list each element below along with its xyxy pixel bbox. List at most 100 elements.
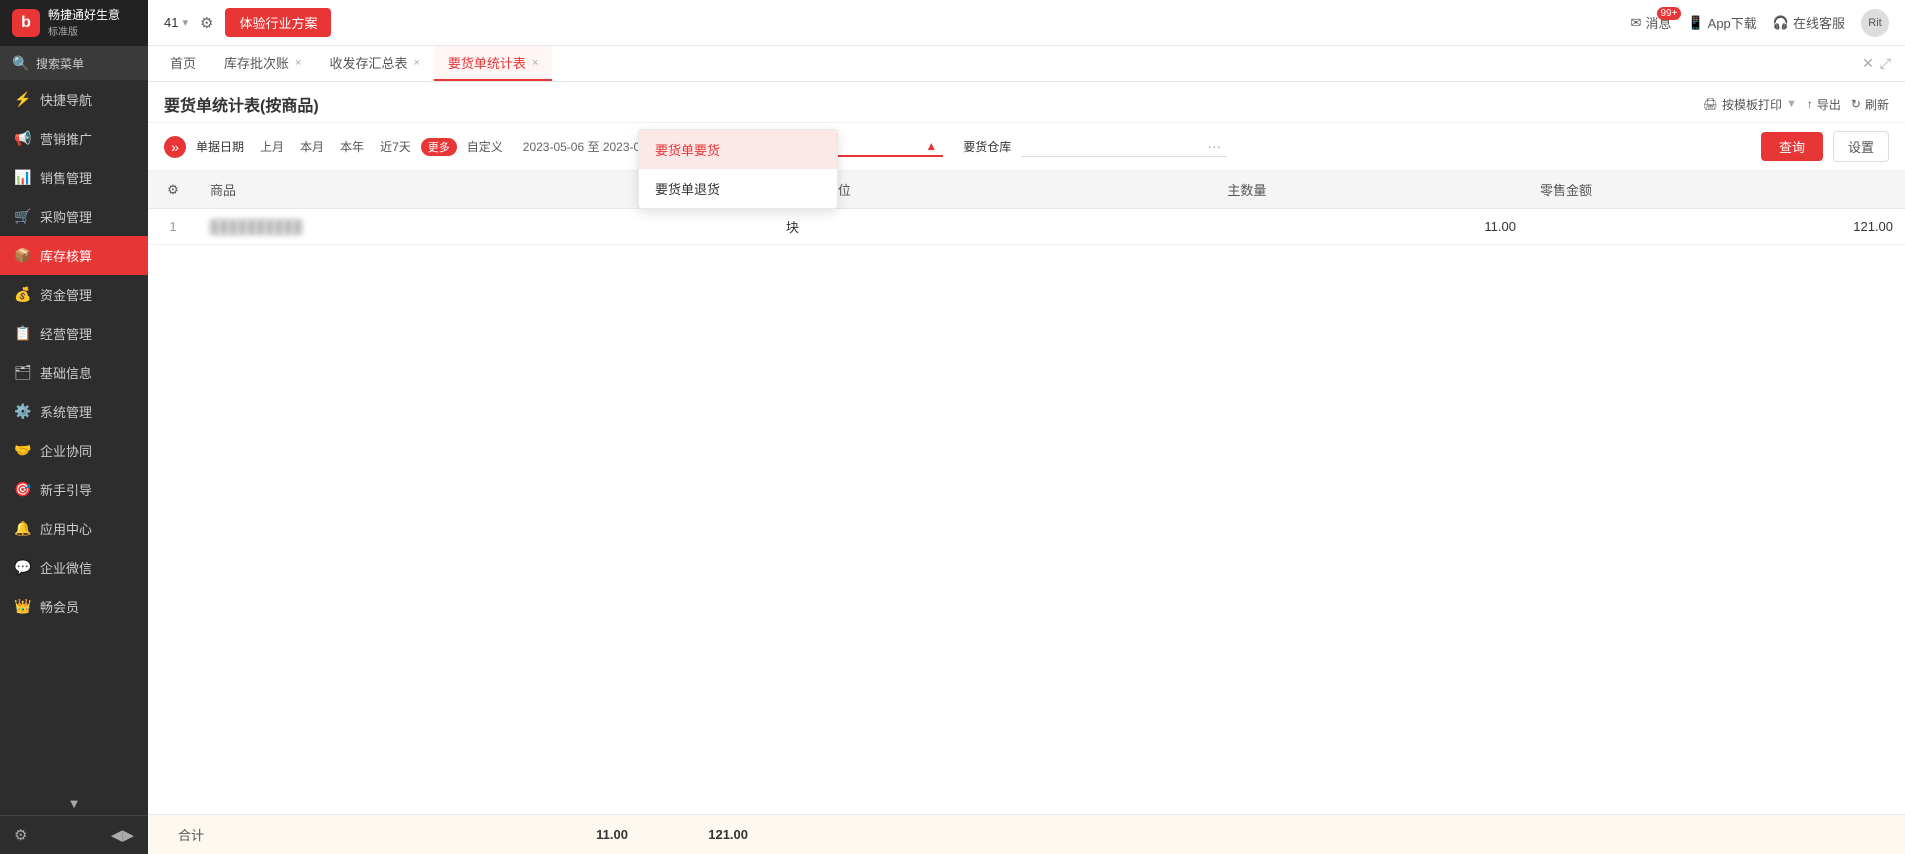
app-logo-icon: b	[12, 9, 40, 37]
app-center-icon: 🔔	[14, 520, 32, 538]
user-avatar[interactable]: Rit	[1861, 9, 1889, 37]
sidebar-collapse-icon[interactable]: ◀▶	[111, 826, 134, 844]
header-right: ✉ 消息 99+ 📱 App下载 🎧 在线客服 Rit	[1631, 9, 1889, 37]
message-icon: ✉	[1631, 15, 1642, 31]
sidebar-item-basic[interactable]: 🗂 基础信息	[0, 353, 148, 392]
chart-icon: 📊	[14, 169, 32, 187]
trial-button[interactable]: 体验行业方案	[225, 8, 331, 37]
warehouse-input[interactable]	[1027, 139, 1203, 154]
warehouse-more-icon[interactable]: ···	[1207, 138, 1221, 154]
week7-btn[interactable]: 近7天	[374, 136, 417, 157]
sidebar-item-member[interactable]: 👑 畅会员	[0, 587, 148, 626]
sidebar-item-system[interactable]: ⚙️ 系统管理	[0, 392, 148, 431]
sidebar-scroll-down[interactable]: ▼	[0, 792, 148, 815]
sidebar-scroll: 🔍 搜索菜单 ⚡ 快捷导航 📢 营销推广 📊 销售管理 🛒 采购管理 📦 库存核…	[0, 46, 148, 792]
tab-maximize-icon[interactable]: ⤢	[1880, 55, 1891, 72]
col-settings-icon: ⚙	[167, 182, 179, 197]
table-body: 1 ██████████ 块 11.00 121.00	[148, 209, 1905, 245]
wechat-icon: 💬	[14, 559, 32, 577]
col-unit: 主计量单位	[774, 171, 1216, 209]
app-download-item[interactable]: 📱 App下载	[1687, 13, 1756, 32]
page-content: 要货单统计表(按商品) 🖨 按模板打印 ▼ ↑ 导出 ↻ 刷新	[148, 82, 1905, 854]
service-icon: 🎧	[1773, 15, 1789, 31]
sidebar-item-search[interactable]: 🔍 搜索菜单	[0, 46, 148, 80]
row-amount: 121.00	[1528, 209, 1905, 245]
table-row: 1 ██████████ 块 11.00 121.00	[148, 209, 1905, 245]
header-left: 41 ▾ ⚙ 体验行业方案	[164, 8, 331, 37]
system-icon: ⚙️	[14, 403, 32, 421]
prev-month-btn[interactable]: 上月	[254, 136, 290, 157]
dropdown-item-order-return[interactable]: 要货单退货	[639, 169, 837, 208]
date-label: 单据日期	[196, 138, 244, 155]
sidebar-item-guide[interactable]: 🎯 新手引导	[0, 470, 148, 509]
print-dropdown-icon: ▼	[1786, 98, 1797, 110]
sidebar-item-shortcut[interactable]: ⚡ 快捷导航	[0, 80, 148, 119]
dropdown-item-order-goods[interactable]: 要货单要货	[639, 130, 837, 169]
tabs-bar: 首页 库存批次账 × 收发存汇总表 × 要货单统计表 × ✕ ⤢	[148, 46, 1905, 82]
col-settings[interactable]: ⚙	[148, 171, 198, 209]
print-button[interactable]: 🖨 按模板打印 ▼	[1703, 96, 1797, 113]
crown-icon: 👑	[14, 598, 32, 616]
sidebar-item-finance[interactable]: 💰 资金管理	[0, 275, 148, 314]
sidebar-item-purchase[interactable]: 🛒 采购管理	[0, 197, 148, 236]
filter-toggle-button[interactable]: »	[164, 136, 186, 158]
sidebar-item-app-center[interactable]: 🔔 应用中心	[0, 509, 148, 548]
sidebar-settings-icon[interactable]: ⚙	[14, 826, 27, 844]
export-icon: ↑	[1807, 97, 1813, 111]
refresh-button[interactable]: ↻ 刷新	[1851, 96, 1889, 113]
sidebar-item-inventory[interactable]: 📦 库存核算	[0, 236, 148, 275]
tab-close-receivable[interactable]: ×	[413, 57, 419, 69]
table-header: ⚙ 商品 主计量单位 主数量 零售金额	[148, 171, 1905, 209]
footer-label: 合计	[148, 825, 448, 844]
tab-inventory-batch[interactable]: 库存批次账 ×	[210, 46, 315, 81]
warehouse-input-wrapper[interactable]: ···	[1021, 136, 1227, 157]
tab-receivable-summary[interactable]: 收发存汇总表 ×	[315, 46, 433, 81]
basic-icon: 🗂	[14, 364, 32, 382]
search-icon: 🔍	[12, 54, 30, 72]
col-amount: 零售金额	[1528, 171, 1905, 209]
tabs-bar-right: ✕ ⤢	[1856, 46, 1897, 81]
sidebar-item-operations[interactable]: 📋 经营管理	[0, 314, 148, 353]
curr-month-btn[interactable]: 本月	[294, 136, 330, 157]
breadcrumb-select[interactable]: 41 ▾	[164, 15, 188, 30]
tab-close-all-icon[interactable]: ✕	[1862, 55, 1874, 72]
export-button[interactable]: ↑ 导出	[1807, 96, 1841, 113]
phone-icon: 📱	[1687, 15, 1703, 31]
sidebar-item-marketing[interactable]: 📢 营销推广	[0, 119, 148, 158]
main-table: ⚙ 商品 主计量单位 主数量 零售金额 1 ██████████	[148, 171, 1905, 245]
chevron-up-icon[interactable]: ▲	[925, 139, 937, 153]
top-header: 41 ▾ ⚙ 体验行业方案 ✉ 消息 99+ 📱 App下载 🎧 在线客服 Ri…	[148, 0, 1905, 46]
sidebar-item-corp-wechat[interactable]: 💬 企业微信	[0, 548, 148, 587]
sidebar-logo: b 畅捷通好生意 标准版	[0, 0, 148, 46]
query-button[interactable]: 查询	[1761, 132, 1823, 161]
year-btn[interactable]: 本年	[334, 136, 370, 157]
tab-home[interactable]: 首页	[156, 46, 210, 81]
online-service-item[interactable]: 🎧 在线客服	[1773, 13, 1845, 32]
sidebar-item-sales[interactable]: 📊 销售管理	[0, 158, 148, 197]
print-icon: 🖨	[1703, 97, 1718, 111]
warehouse-label: 要货仓库	[963, 138, 1011, 155]
more-btn[interactable]: 更多	[421, 138, 457, 156]
header-settings-icon[interactable]: ⚙	[200, 14, 213, 32]
finance-icon: 💰	[14, 286, 32, 304]
setup-button[interactable]: 设置	[1833, 131, 1889, 162]
breadcrumb-arrow: ▾	[182, 16, 188, 29]
row-qty: 11.00	[1215, 209, 1528, 245]
table-wrapper: ⚙ 商品 主计量单位 主数量 零售金额 1 ██████████	[148, 171, 1905, 814]
table-footer: 合计 11.00 121.00	[148, 814, 1905, 854]
page-title: 要货单统计表(按商品)	[164, 92, 319, 116]
page: 要货单统计表(按商品) 🖨 按模板打印 ▼ ↑ 导出 ↻ 刷新	[148, 82, 1905, 854]
page-actions: 🖨 按模板打印 ▼ ↑ 导出 ↻ 刷新	[1703, 96, 1889, 113]
inventory-icon: 📦	[14, 247, 32, 265]
sidebar-item-corp-coop[interactable]: 🤝 企业协同	[0, 431, 148, 470]
tab-order-summary[interactable]: 要货单统计表 ×	[434, 46, 552, 81]
app-logo-text: 畅捷通好生意 标准版	[48, 8, 120, 39]
custom-btn[interactable]: 自定义	[461, 136, 509, 157]
tab-close-order-summary[interactable]: ×	[532, 57, 538, 69]
lightning-icon: ⚡	[14, 91, 32, 109]
col-qty: 主数量	[1215, 171, 1528, 209]
tab-close-inventory-batch[interactable]: ×	[295, 57, 301, 69]
coop-icon: 🤝	[14, 442, 32, 460]
message-item[interactable]: ✉ 消息 99+	[1631, 13, 1672, 32]
filter-toggle-icon: »	[171, 139, 179, 155]
